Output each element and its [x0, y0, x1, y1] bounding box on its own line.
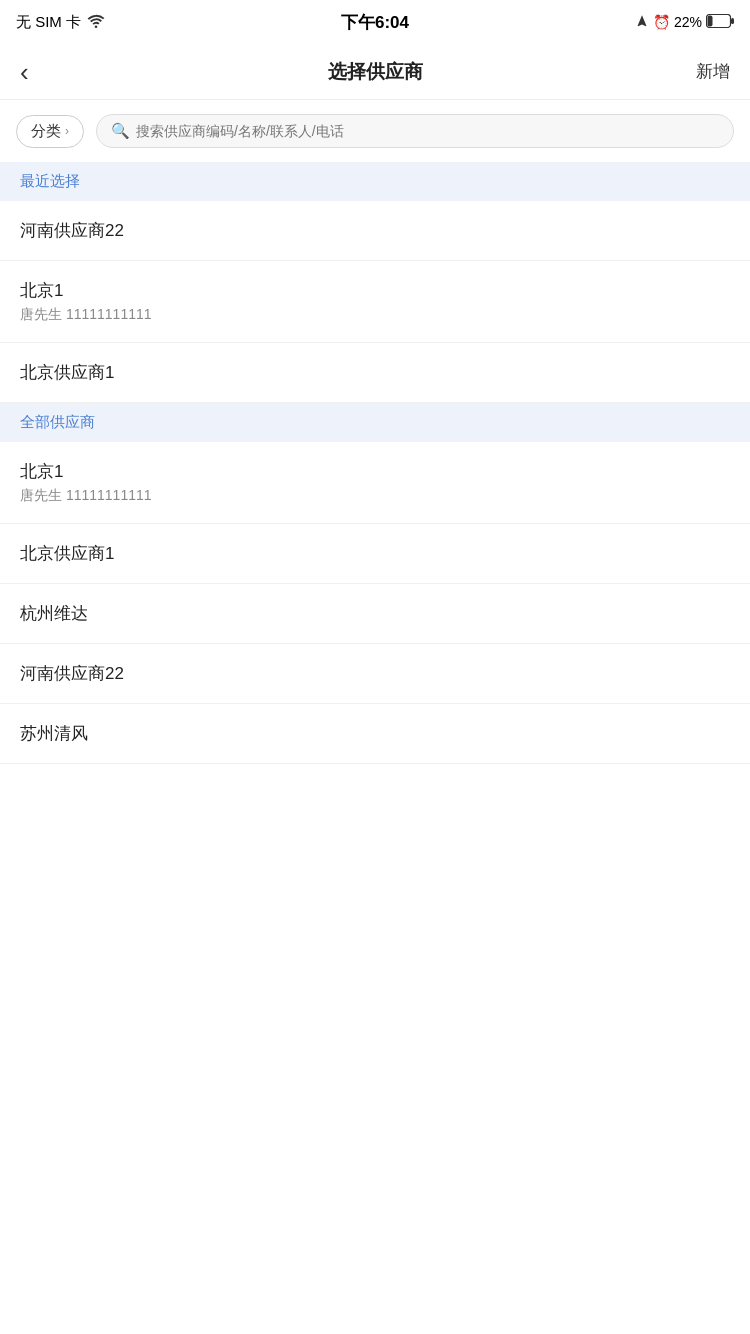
svg-rect-1 [731, 18, 734, 24]
category-filter-button[interactable]: 分类 › [16, 115, 84, 148]
status-bar: 无 SIM 卡 下午6:04 ⏰ 22% [0, 0, 750, 44]
no-sim-text: 无 SIM 卡 [16, 13, 81, 32]
list-item[interactable]: 苏州清风 [0, 704, 750, 764]
category-label: 分类 [31, 122, 61, 141]
search-icon: 🔍 [111, 122, 130, 140]
status-left: 无 SIM 卡 [16, 13, 105, 32]
list-item[interactable]: 北京供应商1 [0, 524, 750, 584]
status-time: 下午6:04 [341, 11, 409, 34]
page-title: 选择供应商 [328, 59, 423, 85]
alarm-icon: ⏰ [653, 14, 670, 30]
chevron-right-icon: › [65, 124, 69, 138]
item-name: 北京1 [20, 460, 730, 483]
item-name: 河南供应商22 [20, 219, 730, 242]
item-sub: 唐先生 11111111111 [20, 306, 730, 324]
wifi-icon [87, 14, 105, 31]
nav-bar: ‹ 选择供应商 新增 [0, 44, 750, 100]
all-items-list: 北京1 唐先生 11111111111 北京供应商1 杭州维达河南供应商22 苏州清风 [0, 442, 750, 764]
svg-rect-2 [708, 15, 713, 26]
search-input[interactable] [136, 123, 719, 139]
item-name: 河南供应商22 [20, 662, 730, 685]
item-name: 杭州维达 [20, 602, 730, 625]
list-item[interactable]: 河南供应商22 [0, 201, 750, 261]
filter-bar: 分类 › 🔍 [0, 100, 750, 162]
item-name: 北京1 [20, 279, 730, 302]
recent-items-list: 河南供应商22 北京1 唐先生 11111111111 北京供应商1 [0, 201, 750, 403]
back-button[interactable]: ‹ [20, 59, 29, 85]
item-name: 苏州清风 [20, 722, 730, 745]
list-item[interactable]: 河南供应商22 [0, 644, 750, 704]
list-item[interactable]: 杭州维达 [0, 584, 750, 644]
location-icon [635, 14, 649, 31]
list-item[interactable]: 北京1 唐先生 11111111111 [0, 261, 750, 343]
battery-icon [706, 14, 734, 31]
search-box: 🔍 [96, 114, 734, 148]
recent-section-header: 最近选择 [0, 162, 750, 201]
list-item[interactable]: 北京供应商1 [0, 343, 750, 403]
item-sub: 唐先生 11111111111 [20, 487, 730, 505]
item-name: 北京供应商1 [20, 361, 730, 384]
all-section-label: 全部供应商 [20, 413, 95, 430]
battery-text: 22% [674, 14, 702, 30]
all-section-header: 全部供应商 [0, 403, 750, 442]
recent-section-label: 最近选择 [20, 172, 80, 189]
status-right: ⏰ 22% [635, 14, 734, 31]
item-name: 北京供应商1 [20, 542, 730, 565]
add-button[interactable]: 新增 [696, 60, 730, 83]
list-item[interactable]: 北京1 唐先生 11111111111 [0, 442, 750, 524]
